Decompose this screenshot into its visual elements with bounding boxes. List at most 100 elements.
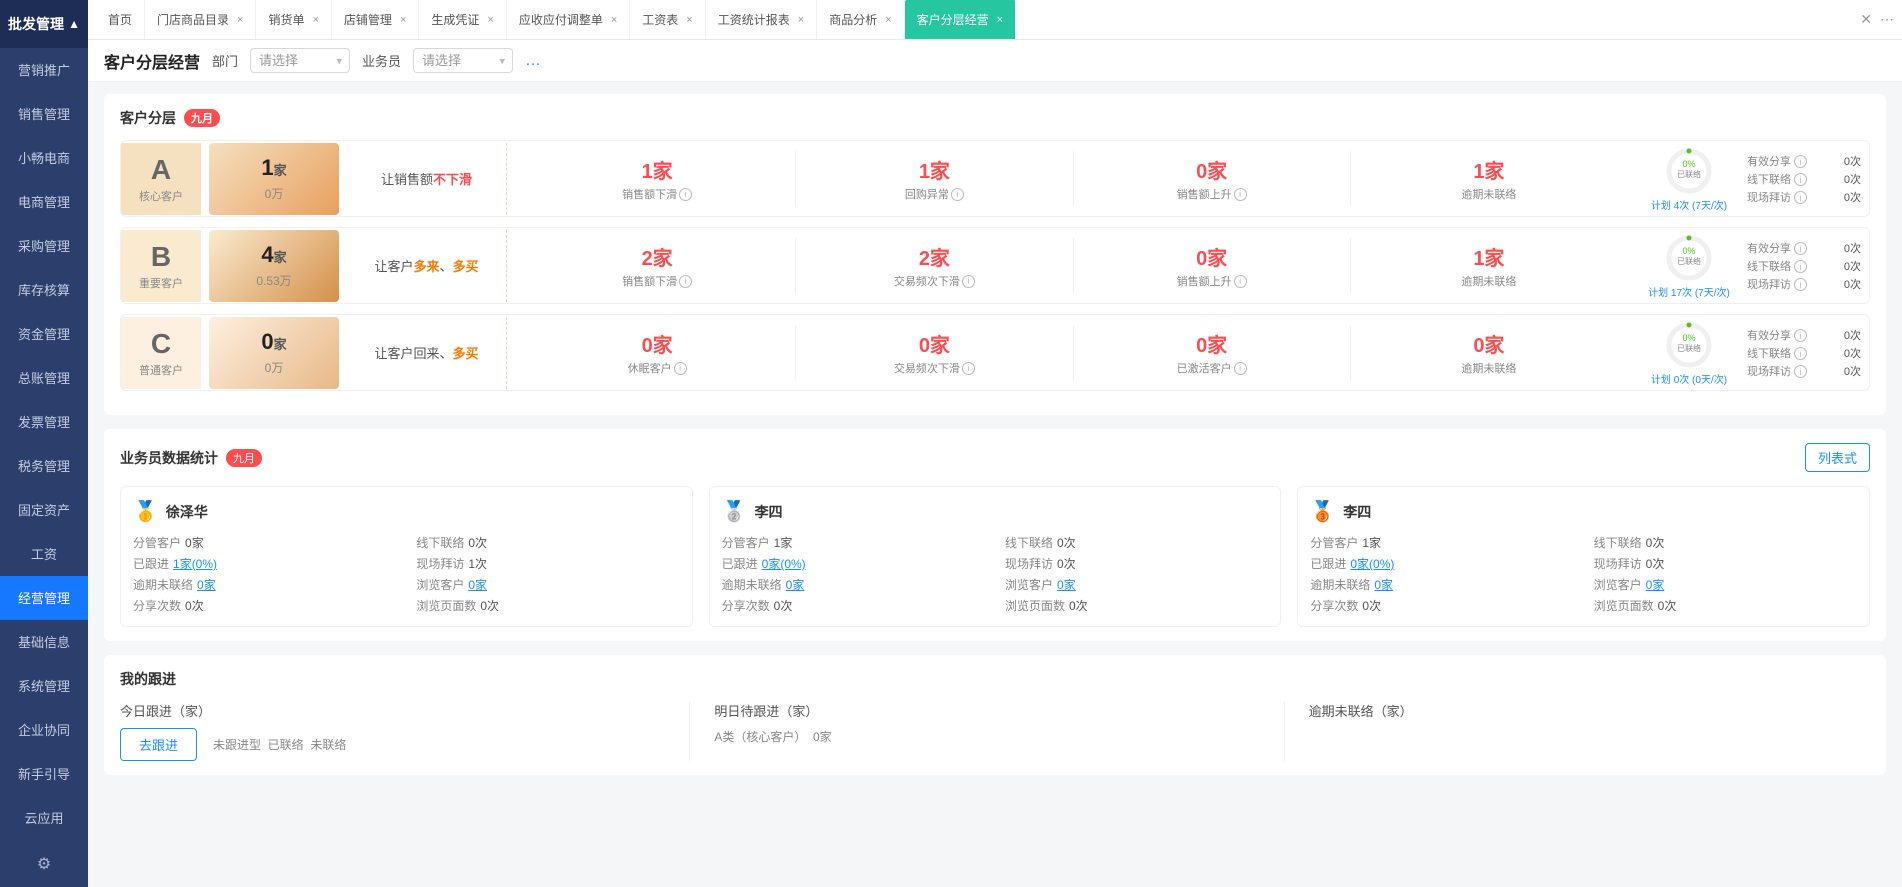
circle-svg: 0% 已联络	[1663, 319, 1715, 371]
info-icon[interactable]: i	[674, 362, 687, 375]
sidebar-item-营销推广[interactable]: 营销推广	[0, 48, 88, 92]
go-follow-button[interactable]: 去跟进	[120, 728, 197, 761]
info-icon[interactable]: i	[1234, 188, 1247, 201]
tier-amount: 0.53万	[256, 272, 291, 289]
tab-close-销货单[interactable]: ×	[312, 14, 318, 26]
rep-stat-value[interactable]: 0家	[1646, 576, 1665, 593]
tab-生成凭证[interactable]: 生成凭证×	[419, 0, 506, 40]
tab-menu-icon[interactable]: ⋯	[1880, 11, 1894, 28]
tab-close-工资表[interactable]: ×	[686, 14, 692, 26]
info-icon[interactable]: i	[1794, 260, 1807, 273]
rep-stat-value[interactable]: 0家(0%)	[1350, 555, 1394, 572]
rs-label: 现场拜访 i	[1747, 189, 1807, 205]
info-icon[interactable]: i	[1794, 347, 1807, 360]
sidebar-item-经营管理[interactable]: 经营管理	[0, 576, 88, 620]
info-icon[interactable]: i	[1794, 329, 1807, 342]
tab-商品分析[interactable]: 商品分析×	[817, 0, 904, 40]
info-icon[interactable]: i	[1794, 278, 1807, 291]
rs-label: 线下联络 i	[1747, 258, 1807, 274]
tier-letter: B	[151, 241, 171, 273]
svg-text:0%: 0%	[1682, 159, 1695, 169]
sidebar-item-新手引导[interactable]: 新手引导	[0, 752, 88, 796]
rep-stat-value[interactable]: 0家	[197, 576, 216, 593]
info-icon[interactable]: i	[1794, 365, 1807, 378]
tier-name: 核心客户	[139, 188, 183, 204]
overdue-follow-col: 逾期未联络（家）	[1293, 701, 1870, 728]
tab-客户分层经营[interactable]: 客户分层经营×	[905, 0, 1016, 40]
stat-label: 回购异常 i	[905, 186, 964, 202]
sidebar-item-云应用[interactable]: 云应用	[0, 796, 88, 840]
sidebar-item-工资[interactable]: 工资	[0, 532, 88, 576]
stat-label: 已激活客户 i	[1177, 360, 1247, 376]
tab-close-客户分层经营[interactable]: ×	[997, 14, 1003, 26]
gear-icon[interactable]: ⚙	[0, 840, 88, 887]
info-icon[interactable]: i	[679, 275, 692, 288]
info-icon[interactable]: i	[1794, 173, 1807, 186]
sidebar-item-税务管理[interactable]: 税务管理	[0, 444, 88, 488]
list-view-button[interactable]: 列表式	[1805, 443, 1870, 472]
tab-店铺管理[interactable]: 店铺管理×	[332, 0, 419, 40]
rep-stat-value: 0家	[185, 534, 204, 551]
sidebar-item-电商管理[interactable]: 电商管理	[0, 180, 88, 224]
rs-label: 现场拜访 i	[1747, 276, 1807, 292]
svg-text:0%: 0%	[1682, 246, 1695, 256]
tab-close-商品分析[interactable]: ×	[885, 14, 891, 26]
info-icon[interactable]: i	[1794, 242, 1807, 255]
rep-stat-label: 浏览页面数	[1594, 597, 1654, 614]
tab-close-生成凭证[interactable]: ×	[487, 14, 493, 26]
sidebar-item-基础信息[interactable]: 基础信息	[0, 620, 88, 664]
info-icon[interactable]: i	[1234, 362, 1247, 375]
sidebar-item-小畅电商[interactable]: 小畅电商	[0, 136, 88, 180]
rep-stat-value[interactable]: 0家	[1374, 576, 1393, 593]
tab-销货单[interactable]: 销货单×	[256, 0, 331, 40]
tier-suggest: 让客户回来、多买	[347, 317, 507, 389]
stat-label: 销售额上升 i	[1177, 186, 1247, 202]
rep-stat-label: 分管客户	[133, 534, 181, 551]
rep-stat-value[interactable]: 0家	[786, 576, 805, 593]
info-icon[interactable]: i	[962, 362, 975, 375]
info-icon[interactable]: i	[679, 188, 692, 201]
sidebar-item-固定资产[interactable]: 固定资产	[0, 488, 88, 532]
info-icon[interactable]: i	[962, 275, 975, 288]
tab-close-门店商品目录[interactable]: ×	[237, 14, 243, 26]
more-filters-icon[interactable]: …	[525, 52, 541, 70]
sidebar-item-销售管理[interactable]: 销售管理	[0, 92, 88, 136]
tab-工资统计报表[interactable]: 工资统计报表×	[706, 0, 817, 40]
sidebar-item-采购管理[interactable]: 采购管理	[0, 224, 88, 268]
rep-stat-已跟进: 已跟进 0家(0%)	[1310, 555, 1573, 572]
info-icon[interactable]: i	[1234, 275, 1247, 288]
sidebar-item-企业协同[interactable]: 企业协同	[0, 708, 88, 752]
customer-section: 客户分层 九月 A 核心客户 1家 0万 让销售额不下滑 1家 销售额下滑 i	[104, 94, 1886, 415]
tab-工资表[interactable]: 工资表×	[630, 0, 705, 40]
tab-close-all-icon[interactable]: ✕	[1860, 11, 1872, 28]
rep-stat-value[interactable]: 1家(0%)	[173, 555, 217, 572]
tab-close-工资统计报表[interactable]: ×	[798, 14, 804, 26]
tab-close-应收应付调整单[interactable]: ×	[611, 14, 617, 26]
tab-应收应付调整单[interactable]: 应收应付调整单×	[507, 0, 630, 40]
info-icon[interactable]: i	[1794, 191, 1807, 204]
rep-stat-label: 分管客户	[722, 534, 770, 551]
stat-label: 休眠客户 i	[628, 360, 687, 376]
info-icon[interactable]: i	[1794, 155, 1807, 168]
rep-name: 李四	[755, 502, 783, 522]
sidebar-item-库存核算[interactable]: 库存核算	[0, 268, 88, 312]
rep-stat-value[interactable]: 0家	[468, 576, 487, 593]
sidebar-collapse-icon[interactable]: ▲	[68, 17, 80, 31]
sidebar-item-资金管理[interactable]: 资金管理	[0, 312, 88, 356]
dept-select[interactable]: 请选择	[250, 48, 350, 73]
sales-select[interactable]: 请选择	[413, 48, 513, 73]
tab-门店商品目录[interactable]: 门店商品目录×	[145, 0, 256, 40]
tab-首页[interactable]: 首页	[96, 0, 145, 40]
tier-name: 普通客户	[139, 362, 183, 378]
sidebar-item-总账管理[interactable]: 总账管理	[0, 356, 88, 400]
sidebar-header[interactable]: 批发管理 ▲	[0, 0, 88, 48]
sidebar-item-发票管理[interactable]: 发票管理	[0, 400, 88, 444]
rep-stat-value[interactable]: 0家(0%)	[762, 555, 806, 572]
stat-逾期未联络: 1家 逾期未联络	[1351, 238, 1627, 293]
rep-stat-value[interactable]: 0家	[1057, 576, 1076, 593]
stat-已激活客户: 0家 已激活客户 i	[1074, 325, 1351, 380]
stat-num: 1家	[642, 155, 673, 184]
info-icon[interactable]: i	[951, 188, 964, 201]
tab-close-店铺管理[interactable]: ×	[400, 14, 406, 26]
sidebar-item-系统管理[interactable]: 系统管理	[0, 664, 88, 708]
